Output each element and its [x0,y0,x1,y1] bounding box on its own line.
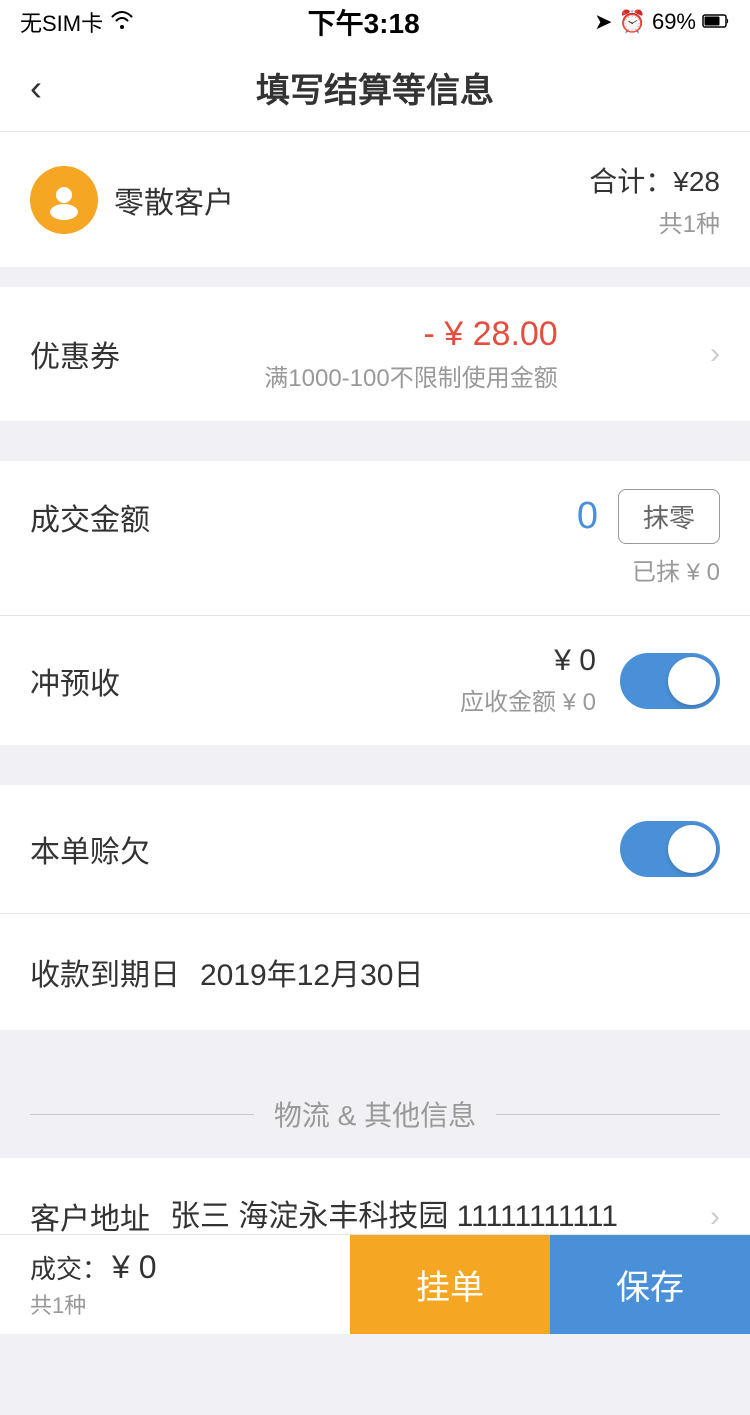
address-value: 张三 海淀永丰科技园 11111111111 [170,1194,618,1239]
bottom-count: 共1种 [30,1288,320,1320]
bottom-info: 成交： ¥ 0 共1种 [0,1235,350,1334]
transaction-row: 成交金额 0 抹零 已抹 ¥ 0 [0,461,750,615]
wifi-icon [111,9,133,35]
debt-label: 本单赊欠 [30,827,150,871]
carrier-label: 无SIM卡 [20,6,103,38]
logistics-header: 物流 & 其他信息 [0,1070,750,1158]
status-left: 无SIM卡 [20,6,133,38]
prepaid-right: ¥ 0 应收金额 ¥ 0 [460,644,720,717]
prepaid-amounts: ¥ 0 应收金额 ¥ 0 [460,644,596,717]
customer-avatar [30,166,98,234]
prepaid-amount: ¥ 0 [460,644,596,678]
pending-button[interactable]: 挂单 [350,1235,550,1334]
debt-toggle[interactable] [620,821,720,877]
bottom-label: 成交： [30,1249,108,1286]
logistics-line-right [496,1114,720,1115]
customer-card: 零散客户 合计：¥28 共1种 [0,132,750,267]
bottom-amount: ¥ 0 [112,1249,156,1286]
transaction-label: 成交金额 [30,495,150,539]
alarm-icon: ⏰ [619,9,646,35]
round-button[interactable]: 抹零 [618,489,720,544]
prepaid-sub: 应收金额 ¥ 0 [460,682,596,717]
page-title: 填写结算等信息 [256,63,494,112]
transaction-bottom: 已抹 ¥ 0 [30,552,720,587]
location-icon: ➤ [594,9,612,35]
back-button[interactable]: ‹ [30,67,42,109]
customer-name: 零散客户 [114,178,234,222]
transaction-card: 成交金额 0 抹零 已抹 ¥ 0 冲预收 ¥ 0 应收金额 ¥ 0 [0,461,750,745]
section-divider-1 [0,441,750,461]
coupon-right: - ¥ 28.00 满1000-100不限制使用金额 [264,315,557,393]
transaction-top: 成交金额 0 抹零 [30,489,720,544]
save-button[interactable]: 保存 [550,1235,750,1334]
section-divider-2 [0,765,750,785]
debt-row: 本单赊欠 [0,785,750,913]
coupon-label: 优惠券 [30,332,120,376]
transaction-input-wrap: 0 抹零 [538,489,720,544]
transaction-value[interactable]: 0 [538,495,598,538]
customer-left: 零散客户 [30,166,234,234]
debt-card: 本单赊欠 收款到期日 2019年12月30日 [0,785,750,1030]
battery-icon [702,9,730,35]
address-label: 客户地址 [30,1194,150,1238]
coupon-card: 优惠券 - ¥ 28.00 满1000-100不限制使用金额 › [0,287,750,421]
status-right: ➤ ⏰ 69% [594,9,730,35]
address-left: 客户地址 张三 海淀永丰科技园 11111111111 [30,1194,618,1239]
coupon-value: - ¥ 28.00 [424,315,558,354]
total-count: 共1种 [589,204,720,239]
status-bar: 无SIM卡 下午3:18 ➤ ⏰ 69% [0,0,750,44]
logistics-label: 物流 & 其他信息 [274,1094,476,1134]
due-date-value: 2019年12月30日 [200,950,423,994]
section-divider-3 [0,1050,750,1070]
prepaid-label: 冲预收 [30,659,120,703]
content-area: 零散客户 合计：¥28 共1种 优惠券 - ¥ 28.00 满1000-100不… [0,132,750,1415]
battery-label: 69% [652,9,696,35]
customer-right: 合计：¥28 共1种 [589,160,720,239]
address-chevron-icon: › [710,1200,720,1234]
coupon-sub: 满1000-100不限制使用金额 [264,358,557,393]
bottom-bar: 成交： ¥ 0 共1种 挂单 保存 [0,1234,750,1334]
date-row: 收款到期日 2019年12月30日 [0,913,750,1030]
coupon-row[interactable]: 优惠券 - ¥ 28.00 满1000-100不限制使用金额 › [0,287,750,421]
total-amount: 合计：¥28 [589,160,720,200]
nav-bar: ‹ 填写结算等信息 [0,44,750,132]
prepaid-toggle-knob [668,657,716,705]
due-date-label: 收款到期日 [30,950,180,994]
transaction-sub: 已抹 ¥ 0 [632,552,720,587]
time-display: 下午3:18 [308,2,420,42]
prepaid-row: 冲预收 ¥ 0 应收金额 ¥ 0 [0,615,750,745]
logistics-line-left [30,1114,254,1115]
debt-toggle-knob [668,825,716,873]
coupon-chevron-icon: › [710,337,720,371]
prepaid-toggle[interactable] [620,653,720,709]
customer-row: 零散客户 合计：¥28 共1种 [0,132,750,267]
